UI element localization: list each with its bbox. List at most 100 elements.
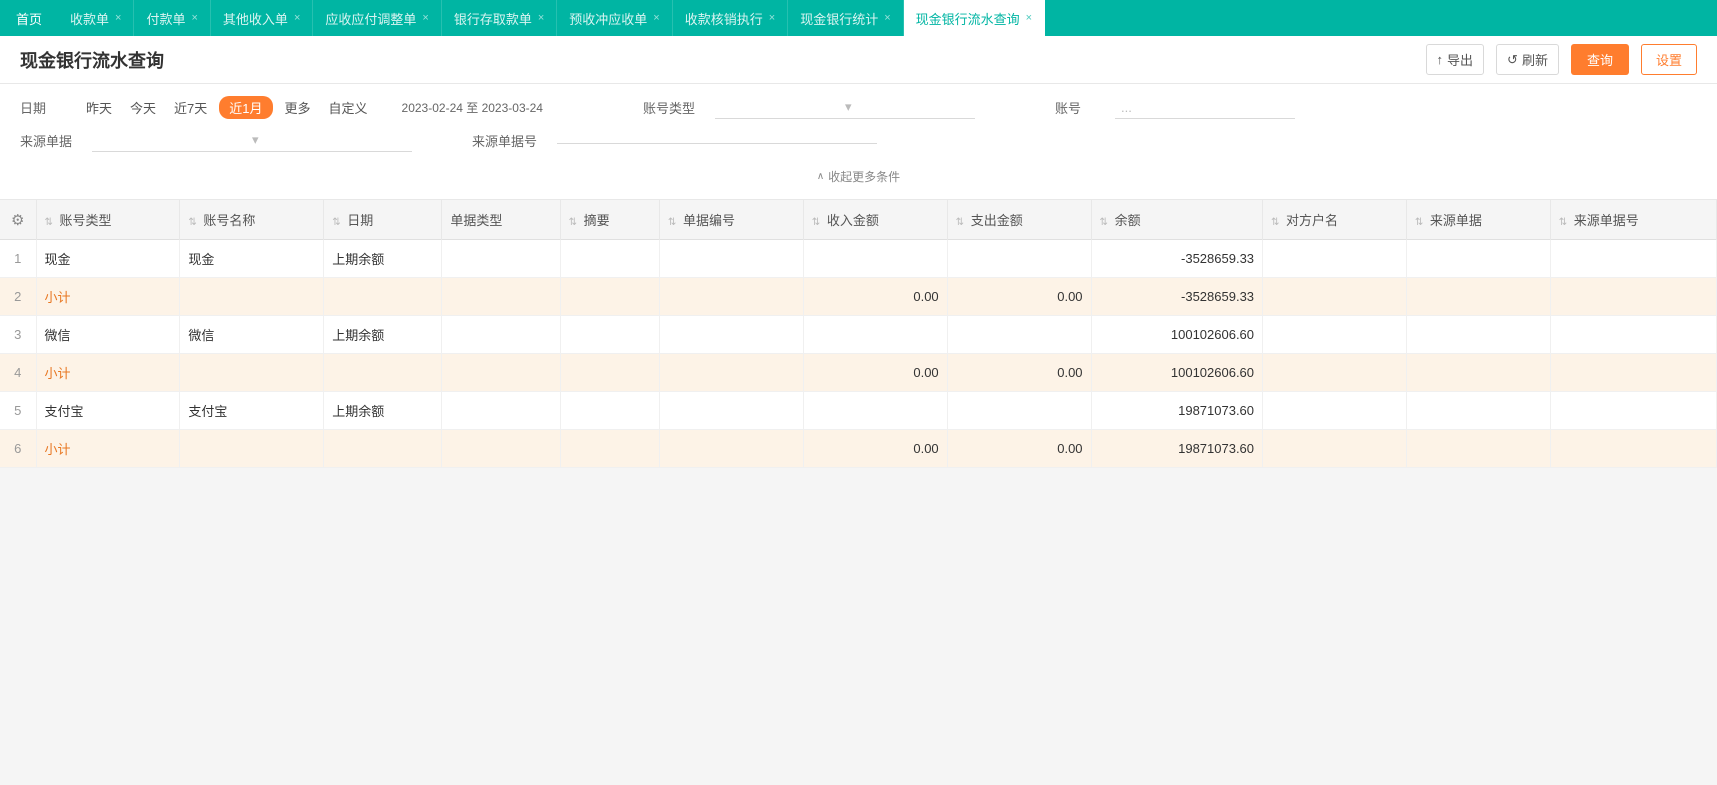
sort-icon[interactable]: ⇅ <box>668 217 676 228</box>
col-settings: ⚙ <box>0 200 36 240</box>
table-cell: 0.00 <box>947 278 1091 316</box>
table-container: ⚙ ⇅ 账号类型 ⇅ 账号名称 ⇅ 日期 单据类型 ⇅ <box>0 200 1717 468</box>
close-icon[interactable]: × <box>294 12 300 24</box>
table-cell: -3528659.33 <box>1091 278 1262 316</box>
sort-icon[interactable]: ⇅ <box>812 217 820 228</box>
nav-tab-bank-deposit[interactable]: 银行存取款单 × <box>442 0 557 36</box>
page-title: 现金银行流水查询 <box>20 47 164 73</box>
table-cell: 0.00 <box>803 354 947 392</box>
account-type-select[interactable]: ▾ <box>715 96 975 119</box>
table-cell: -3528659.33 <box>1091 240 1262 278</box>
date-opt-7days[interactable]: 近7天 <box>168 96 213 119</box>
sort-icon[interactable]: ⇅ <box>569 217 577 228</box>
table-cell: 1 <box>0 240 36 278</box>
nav-tab-other-income[interactable]: 其他收入单 × <box>211 0 313 36</box>
col-counterpart: ⇅ 对方户名 <box>1263 200 1407 240</box>
sort-icon[interactable]: ⇅ <box>1100 217 1108 228</box>
table-cell <box>659 354 803 392</box>
table-cell: 小计 <box>36 278 180 316</box>
col-income: ⇅ 收入金额 <box>803 200 947 240</box>
table-cell <box>560 278 659 316</box>
query-button[interactable]: 查询 <box>1571 44 1629 75</box>
filter-row-2: 来源单据 ▾ 来源单据号 <box>20 129 1697 152</box>
table-cell: 2 <box>0 278 36 316</box>
chevron-down-icon: ▾ <box>252 132 406 148</box>
collapse-bar[interactable]: ∧ 收起更多条件 <box>20 162 1697 187</box>
table-cell <box>1406 430 1550 468</box>
table-cell: 100102606.60 <box>1091 354 1262 392</box>
close-icon[interactable]: × <box>1026 12 1032 24</box>
sort-icon[interactable]: ⇅ <box>956 217 964 228</box>
nav-tab-adjustment[interactable]: 应收应付调整单 × <box>313 0 441 36</box>
col-source-doc-no: ⇅ 来源单据号 <box>1550 200 1716 240</box>
refresh-button[interactable]: ↺ 刷新 <box>1496 44 1559 75</box>
sort-icon[interactable]: ⇅ <box>1271 217 1279 228</box>
nav-tab-advance[interactable]: 预收冲应收单 × <box>557 0 672 36</box>
close-icon[interactable]: × <box>884 12 890 24</box>
nav-tab-payment[interactable]: 付款单 × <box>134 0 210 36</box>
date-opt-yesterday[interactable]: 昨天 <box>80 96 118 119</box>
table-cell: 现金 <box>180 240 324 278</box>
close-icon[interactable]: × <box>422 12 428 24</box>
source-doc-num-input[interactable] <box>557 137 877 144</box>
date-opt-1month[interactable]: 近1月 <box>219 96 272 119</box>
table-cell: 19871073.60 <box>1091 430 1262 468</box>
close-icon[interactable]: × <box>115 12 121 24</box>
nav-tab-statistics[interactable]: 现金银行统计 × <box>788 0 903 36</box>
filter-row-1: 日期 昨天 今天 近7天 近1月 更多 自定义 2023-02-24 至 202… <box>20 96 1697 119</box>
source-doc-label: 来源单据 <box>20 131 72 150</box>
sort-icon[interactable]: ⇅ <box>332 217 340 228</box>
page-header: 现金银行流水查询 ↑ 导出 ↺ 刷新 查询 设置 <box>0 36 1717 84</box>
settings-button[interactable]: 设置 <box>1641 44 1697 75</box>
col-doc-no: ⇅ 单据编号 <box>659 200 803 240</box>
table-cell <box>1263 316 1407 354</box>
date-opt-today[interactable]: 今天 <box>124 96 162 119</box>
nav-tab-verification[interactable]: 收款核销执行 × <box>673 0 788 36</box>
nav-home[interactable]: 首页 <box>0 0 58 36</box>
table-cell <box>1550 278 1716 316</box>
table-header-row: ⚙ ⇅ 账号类型 ⇅ 账号名称 ⇅ 日期 单据类型 ⇅ <box>0 200 1717 240</box>
date-opt-custom[interactable]: 自定义 <box>323 96 374 119</box>
account-label: 账号 <box>1055 98 1095 117</box>
ellipsis-label: ... <box>1121 100 1289 115</box>
export-button[interactable]: ↑ 导出 <box>1426 44 1485 75</box>
nav-tab-receipt[interactable]: 收款单 × <box>58 0 134 36</box>
table-cell <box>324 278 442 316</box>
col-doc-type: 单据类型 <box>442 200 560 240</box>
close-icon[interactable]: × <box>769 12 775 24</box>
table-cell <box>560 316 659 354</box>
close-icon[interactable]: × <box>191 12 197 24</box>
close-icon[interactable]: × <box>538 12 544 24</box>
table-cell <box>659 278 803 316</box>
table-body: 1现金现金上期余额-3528659.332小计0.000.00-3528659.… <box>0 240 1717 468</box>
sort-icon[interactable]: ⇅ <box>1559 217 1567 228</box>
filter-area: 日期 昨天 今天 近7天 近1月 更多 自定义 2023-02-24 至 202… <box>0 84 1717 200</box>
account-select[interactable]: ... <box>1115 97 1295 119</box>
header-actions: ↑ 导出 ↺ 刷新 查询 设置 <box>1426 44 1697 75</box>
source-doc-select[interactable]: ▾ <box>92 129 412 152</box>
table-cell <box>560 430 659 468</box>
table-cell <box>803 240 947 278</box>
table-cell: 19871073.60 <box>1091 392 1262 430</box>
sort-icon[interactable]: ⇅ <box>1415 217 1423 228</box>
source-doc-num-label: 来源单据号 <box>472 131 537 150</box>
table-cell: 现金 <box>36 240 180 278</box>
gear-icon[interactable]: ⚙ <box>11 212 24 229</box>
table-cell: 支付宝 <box>36 392 180 430</box>
sort-icon[interactable]: ⇅ <box>188 217 196 228</box>
table-cell <box>180 278 324 316</box>
table-cell <box>180 354 324 392</box>
table-cell <box>1406 354 1550 392</box>
table-cell <box>659 430 803 468</box>
table-cell <box>180 430 324 468</box>
table-cell <box>1550 316 1716 354</box>
sort-icon[interactable]: ⇅ <box>45 217 53 228</box>
table-cell <box>1550 240 1716 278</box>
close-icon[interactable]: × <box>653 12 659 24</box>
date-opt-more[interactable]: 更多 <box>279 96 317 119</box>
table-cell: 0.00 <box>803 278 947 316</box>
table-cell <box>1550 430 1716 468</box>
table-cell <box>659 316 803 354</box>
date-options: 昨天 今天 近7天 近1月 更多 自定义 <box>80 96 374 119</box>
nav-tab-cashflow[interactable]: 现金银行流水查询 × <box>904 0 1045 36</box>
